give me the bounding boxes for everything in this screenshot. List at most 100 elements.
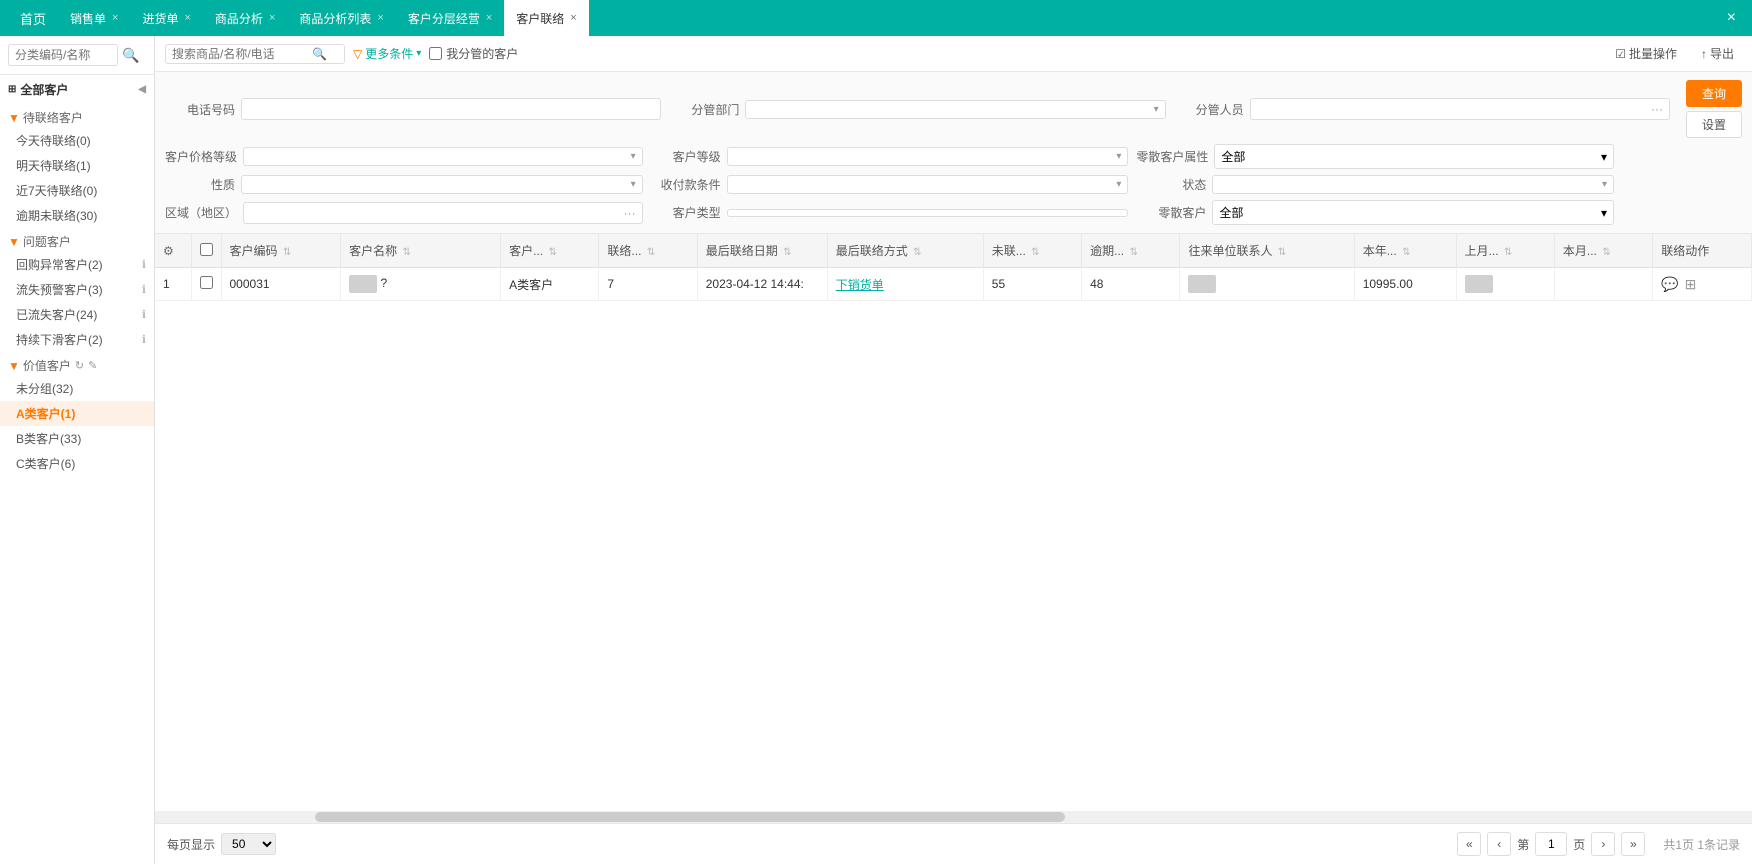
info-icon-2: ℹ bbox=[142, 283, 146, 296]
filter-icon: ▽ bbox=[353, 47, 362, 61]
sort-icon-unit[interactable]: ⇅ bbox=[1278, 247, 1286, 258]
sidebar-item-class-c[interactable]: C类客户(6) bbox=[0, 451, 154, 476]
info-icon-3: ℹ bbox=[142, 308, 146, 321]
sidebar-item-class-a[interactable]: A类客户(1) bbox=[0, 401, 154, 426]
sidebar-item-7days[interactable]: 近7天待联络(0) bbox=[0, 178, 154, 203]
td-not-contacted: 55 bbox=[983, 268, 1081, 301]
sort-icon-name[interactable]: ⇅ bbox=[402, 247, 410, 258]
query-btn[interactable]: 查询 bbox=[1686, 80, 1742, 107]
sort-icon-way[interactable]: ⇅ bbox=[913, 247, 921, 258]
sidebar-item-churned[interactable]: 已流失客户(24) ℹ bbox=[0, 302, 154, 327]
sidebar-item-ungrouped[interactable]: 未分组(32) bbox=[0, 376, 154, 401]
nav-sale-order[interactable]: 销售单 × bbox=[58, 0, 130, 36]
nav-purchase-order[interactable]: 进货单 × bbox=[130, 0, 202, 36]
next-page-btn[interactable]: › bbox=[1591, 832, 1615, 856]
page-number-input[interactable] bbox=[1535, 832, 1567, 856]
row-checkbox[interactable] bbox=[200, 276, 213, 289]
page-size-control: 每页显示 50 100 200 bbox=[167, 833, 276, 855]
retail-customer-select[interactable]: 全部 ▾ bbox=[1212, 200, 1614, 225]
sidebar-item-tomorrow[interactable]: 明天待联络(1) bbox=[0, 153, 154, 178]
nature-select[interactable]: ▾ bbox=[241, 175, 643, 194]
close-sale-order[interactable]: × bbox=[112, 12, 118, 24]
td-level: A类客户 bbox=[501, 268, 599, 301]
th-checkbox bbox=[191, 234, 221, 268]
price-level-select[interactable]: ▾ bbox=[243, 147, 643, 166]
col-settings-icon[interactable]: ⚙ bbox=[163, 244, 174, 258]
sidebar-item-overdue[interactable]: 逾期未联络(30) bbox=[0, 203, 154, 228]
page-size-select[interactable]: 50 100 200 bbox=[221, 833, 276, 855]
payment-select[interactable]: ▾ bbox=[727, 175, 1129, 194]
unit-contact-box bbox=[1188, 275, 1216, 293]
phone-input[interactable] bbox=[241, 98, 661, 120]
batch-op-btn[interactable]: ☑ 批量操作 bbox=[1607, 42, 1685, 65]
row-actions: 💬 ⊞ bbox=[1661, 276, 1743, 293]
region-select[interactable]: ··· bbox=[243, 202, 643, 224]
export-icon: ↑ bbox=[1701, 47, 1707, 61]
table-wrap: ⚙ 客户编码 ⇅ 客户名称 ⇅ bbox=[155, 234, 1752, 811]
sidebar-item-declining[interactable]: 持续下滑客户(2) ℹ bbox=[0, 327, 154, 352]
close-all-btn[interactable]: × bbox=[1719, 9, 1744, 27]
refresh-icon[interactable]: ↻ bbox=[75, 359, 84, 372]
close-customer-contact[interactable]: × bbox=[570, 12, 576, 24]
last-contact-way-link[interactable]: 下销货单 bbox=[836, 278, 884, 292]
group-problem-label: ▼ 问题客户 bbox=[0, 228, 154, 252]
nav-product-analysis[interactable]: 商品分析 × bbox=[203, 0, 287, 36]
td-contact-count: 7 bbox=[599, 268, 697, 301]
sort-icon-not-contacted[interactable]: ⇅ bbox=[1031, 247, 1039, 258]
sort-icon-code[interactable]: ⇅ bbox=[283, 247, 291, 258]
status-select[interactable]: ▾ bbox=[1212, 175, 1614, 194]
sort-icon-date[interactable]: ⇅ bbox=[783, 247, 791, 258]
scroll-thumb[interactable] bbox=[315, 812, 1065, 822]
my-customers-checkbox[interactable] bbox=[429, 47, 442, 60]
select-all-checkbox[interactable] bbox=[200, 243, 213, 256]
filter-more-conditions[interactable]: ▽ 更多条件 ▾ bbox=[353, 45, 421, 62]
close-product-analysis[interactable]: × bbox=[269, 12, 275, 24]
customer-table: ⚙ 客户编码 ⇅ 客户名称 ⇅ bbox=[155, 234, 1752, 301]
filter-search-icon[interactable]: 🔍 bbox=[312, 47, 327, 61]
nav-home[interactable]: 首页 bbox=[8, 0, 58, 36]
sort-icon-this-month[interactable]: ⇅ bbox=[1602, 247, 1610, 258]
last-page-btn[interactable]: » bbox=[1621, 832, 1645, 856]
filter-search-wrap: 🔍 bbox=[165, 44, 345, 64]
nav-customer-segment[interactable]: 客户分层经营 × bbox=[396, 0, 504, 36]
triangle-icon-1: ▼ bbox=[8, 111, 20, 125]
close-customer-segment[interactable]: × bbox=[486, 12, 492, 24]
retail-attr-select[interactable]: 全部 ▾ bbox=[1214, 144, 1614, 169]
region-field: 区域（地区） ··· bbox=[165, 202, 643, 224]
prev-page-btn[interactable]: ‹ bbox=[1487, 832, 1511, 856]
nav-customer-contact[interactable]: 客户联络 × bbox=[504, 0, 588, 36]
last-month-box bbox=[1465, 275, 1493, 293]
collapse-icon[interactable]: ◀ bbox=[138, 84, 146, 95]
settings-btn[interactable]: 设置 bbox=[1686, 111, 1742, 138]
filter-search-input[interactable] bbox=[172, 47, 312, 61]
sidebar-all-customers[interactable]: ⊞ 全部客户 ◀ bbox=[0, 75, 154, 104]
close-product-analysis-list[interactable]: × bbox=[377, 12, 383, 24]
first-page-btn[interactable]: « bbox=[1457, 832, 1481, 856]
nav-product-analysis-list[interactable]: 商品分析列表 × bbox=[287, 0, 395, 36]
sort-icon-level[interactable]: ⇅ bbox=[548, 247, 556, 258]
manager-input[interactable]: ··· bbox=[1250, 98, 1670, 120]
sort-icon-last-month[interactable]: ⇅ bbox=[1504, 247, 1512, 258]
export-btn[interactable]: ↑ 导出 bbox=[1693, 42, 1742, 65]
sidebar-item-class-b[interactable]: B类客户(33) bbox=[0, 426, 154, 451]
sidebar-search-icon[interactable]: 🔍 bbox=[122, 47, 139, 64]
td-last-month bbox=[1456, 268, 1554, 301]
sidebar-item-repurchase-anomaly[interactable]: 回购异常客户(2) ℹ bbox=[0, 252, 154, 277]
sort-icon-contact-count[interactable]: ⇅ bbox=[647, 247, 655, 258]
sidebar-item-today[interactable]: 今天待联络(0) bbox=[0, 128, 154, 153]
dept-select[interactable]: ▾ bbox=[745, 100, 1165, 119]
th-unit-contact: 往来单位联系人 ⇅ bbox=[1180, 234, 1354, 268]
sort-icon-this-year[interactable]: ⇅ bbox=[1402, 247, 1410, 258]
td-overdue: 48 bbox=[1082, 268, 1180, 301]
customer-type-select[interactable] bbox=[727, 209, 1129, 217]
sidebar-search-input[interactable] bbox=[8, 44, 118, 66]
chat-icon[interactable]: 💬 bbox=[1661, 276, 1678, 293]
retail-customer-field: 零散客户 全部 ▾ bbox=[1136, 200, 1614, 225]
edit-icon[interactable]: ✎ bbox=[88, 359, 97, 372]
qr-icon[interactable]: ⊞ bbox=[1685, 276, 1697, 293]
customer-level-select[interactable]: ▾ bbox=[727, 147, 1129, 166]
close-purchase-order[interactable]: × bbox=[184, 12, 190, 24]
sort-icon-overdue[interactable]: ⇅ bbox=[1129, 247, 1137, 258]
sidebar-item-churn-warning[interactable]: 流失预警客户(3) ℹ bbox=[0, 277, 154, 302]
horizontal-scrollbar[interactable] bbox=[155, 811, 1752, 823]
